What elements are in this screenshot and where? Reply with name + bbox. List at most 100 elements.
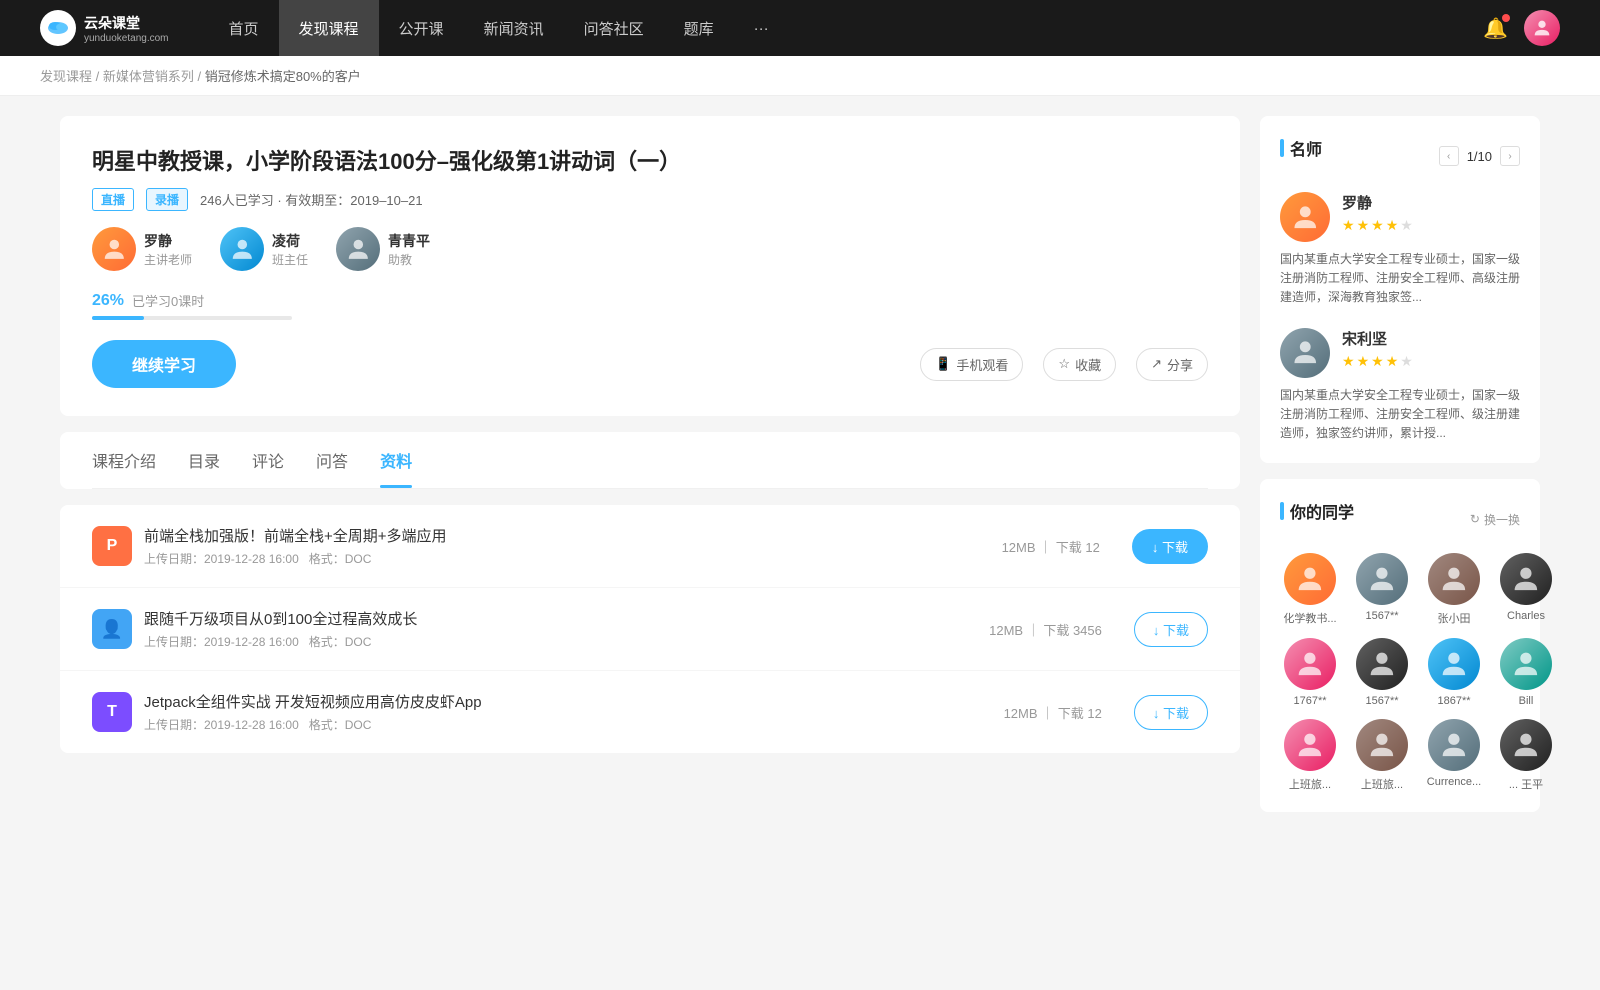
next-page-button[interactable]: › [1500, 146, 1520, 166]
classmate-item-3[interactable]: Charles [1496, 553, 1556, 626]
tab-intro[interactable]: 课程介绍 [92, 432, 156, 488]
teacher-info-1: 凌荷 班主任 [272, 231, 308, 268]
classmate-avatar-4 [1284, 638, 1336, 690]
star-3: ★ [1371, 217, 1384, 234]
classmate-name-4: 1767** [1280, 695, 1340, 707]
teacher-avatar-0 [92, 227, 136, 271]
notification-bell[interactable]: 🔔 [1483, 16, 1508, 41]
classmate-item-0[interactable]: 化学教书... [1280, 553, 1340, 626]
star2-4: ★ [1386, 353, 1399, 370]
refresh-button[interactable]: ↻ 换一换 [1470, 511, 1520, 528]
tab-resources[interactable]: 资料 [380, 432, 412, 488]
star-icon: ☆ [1058, 356, 1070, 372]
classmate-avatar-7 [1500, 638, 1552, 690]
classmates-header: 你的同学 ↻ 换一换 [1280, 499, 1520, 539]
nav-item-···[interactable]: ··· [734, 0, 789, 56]
classmate-item-5[interactable]: 1567** [1352, 638, 1412, 707]
sidebar-teacher-name-1: 宋利坚 [1342, 328, 1520, 349]
course-title: 明星中教授课，小学阶段语法100分–强化级第1讲动词（一） [92, 144, 1208, 176]
resource-info-1: 跟随千万级项目从0到100全过程高效成长 上传日期：2019-12-28 16:… [144, 608, 957, 650]
nav-item-新闻资讯[interactable]: 新闻资讯 [464, 0, 564, 56]
resource-title-0: 前端全栈加强版！前端全栈+全周期+多端应用 [144, 525, 970, 546]
teacher-role-0: 主讲老师 [144, 251, 192, 268]
resource-info-0: 前端全栈加强版！前端全栈+全周期+多端应用 上传日期：2019-12-28 16… [144, 525, 970, 567]
resource-format-2: 格式：DOC [309, 718, 372, 732]
tag-record: 录播 [146, 188, 188, 211]
resource-icon-1: 👤 [92, 609, 132, 649]
classmate-face-2 [1428, 553, 1480, 605]
nav-item-问答社区[interactable]: 问答社区 [564, 0, 664, 56]
action-links: 📱 手机观看 ☆ 收藏 ↗ 分享 [920, 348, 1208, 381]
classmate-item-8[interactable]: 上班旅... [1280, 719, 1340, 792]
classmate-item-7[interactable]: Bill [1496, 638, 1556, 707]
nav-item-首页[interactable]: 首页 [209, 0, 279, 56]
classmate-item-1[interactable]: 1567** [1352, 553, 1412, 626]
classmate-avatar-1 [1356, 553, 1408, 605]
classmate-item-6[interactable]: 1867** [1424, 638, 1484, 707]
classmates-grid: 化学教书... 1567** 张小田 Charles 1767** [1280, 553, 1520, 792]
classmate-face-6 [1428, 638, 1480, 690]
star2-2: ★ [1357, 353, 1370, 370]
prev-page-button[interactable]: ‹ [1439, 146, 1459, 166]
logo-svg [46, 16, 70, 40]
sidebar-teacher-header-1: 宋利坚 ★ ★ ★ ★ ★ [1280, 328, 1520, 378]
tab-toc[interactable]: 目录 [188, 432, 220, 488]
sidebar-teacher-name-0: 罗静 [1342, 192, 1520, 213]
resources-list: P 前端全栈加强版！前端全栈+全周期+多端应用 上传日期：2019-12-28 … [60, 505, 1240, 753]
download-button-0[interactable]: ↓ 下载 [1132, 529, 1208, 564]
classmate-item-4[interactable]: 1767** [1280, 638, 1340, 707]
download-button-2[interactable]: ↓ 下载 [1134, 695, 1208, 730]
nav-item-题库[interactable]: 题库 [664, 0, 734, 56]
nav-item-发现课程[interactable]: 发现课程 [279, 0, 379, 56]
classmate-name-10: Currence... [1424, 776, 1484, 788]
sidebar-teacher-stars-0: ★ ★ ★ ★ ★ [1342, 217, 1520, 234]
nav-item-公开课[interactable]: 公开课 [379, 0, 464, 56]
classmate-name-2: 张小田 [1424, 610, 1484, 626]
share-button[interactable]: ↗ 分享 [1136, 348, 1208, 381]
collect-button[interactable]: ☆ 收藏 [1043, 348, 1116, 381]
main-nav: 首页发现课程公开课新闻资讯问答社区题库··· [209, 0, 789, 56]
notification-dot [1502, 14, 1510, 22]
progress-pct: 26% [92, 292, 124, 310]
sidebar-teacher-header-0: 罗静 ★ ★ ★ ★ ★ [1280, 192, 1520, 242]
resource-size-1: 12MB [989, 623, 1023, 638]
tabs: 课程介绍 目录 评论 问答 资料 [92, 432, 1208, 489]
breadcrumb: 发现课程 / 新媒体营销系列 / 销冠修炼术搞定80%的客户 [0, 56, 1600, 96]
breadcrumb-link-2[interactable]: 新媒体营销系列 [103, 69, 194, 84]
classmate-name-9: 上班旅... [1352, 776, 1412, 792]
resource-dl-count-2: 下载 12 [1058, 706, 1102, 721]
classmate-avatar-5 [1356, 638, 1408, 690]
continue-button[interactable]: 继续学习 [92, 340, 236, 388]
user-avatar[interactable] [1524, 10, 1560, 46]
resource-meta-1: 上传日期：2019-12-28 16:00 格式：DOC [144, 633, 957, 650]
classmate-item-10[interactable]: Currence... [1424, 719, 1484, 792]
classmate-name-11: ... 王平 [1496, 776, 1556, 792]
logo-sub: yunduoketang.com [84, 33, 169, 44]
classmate-avatar-10 [1428, 719, 1480, 771]
phone-watch-label: 手机观看 [956, 355, 1008, 374]
teacher-face-1 [220, 227, 264, 271]
classmate-face-3 [1500, 553, 1552, 605]
tab-qa[interactable]: 问答 [316, 432, 348, 488]
sidebar-teacher-face-1 [1280, 328, 1330, 378]
download-button-1[interactable]: ↓ 下载 [1134, 612, 1208, 647]
resource-meta-0: 上传日期：2019-12-28 16:00 格式：DOC [144, 550, 970, 567]
sidebar-teacher-info-0: 罗静 ★ ★ ★ ★ ★ [1342, 192, 1520, 234]
classmate-face-9 [1356, 719, 1408, 771]
classmate-item-2[interactable]: 张小田 [1424, 553, 1484, 626]
classmate-face-10 [1428, 719, 1480, 771]
phone-watch-button[interactable]: 📱 手机观看 [920, 348, 1023, 381]
classmate-face-4 [1284, 638, 1336, 690]
logo[interactable]: 云朵课堂 yunduoketang.com [40, 10, 169, 46]
classmate-name-0: 化学教书... [1280, 610, 1340, 626]
classmate-item-9[interactable]: 上班旅... [1352, 719, 1412, 792]
breadcrumb-link-1[interactable]: 发现课程 [40, 69, 92, 84]
tab-review[interactable]: 评论 [252, 432, 284, 488]
sidebar-teacher-1: 宋利坚 ★ ★ ★ ★ ★ 国内某重点大学安全工程专业硕士，国家一级注册消防工程… [1280, 328, 1520, 444]
resource-dl-count-0: 下载 12 [1056, 540, 1100, 555]
resource-item-2: T Jetpack全组件实战 开发短视频应用高仿皮皮虾App 上传日期：2019… [60, 671, 1240, 753]
star2-1: ★ [1342, 353, 1355, 370]
star2-5: ★ [1400, 353, 1413, 370]
classmate-item-11[interactable]: ... 王平 [1496, 719, 1556, 792]
sidebar-teacher-info-1: 宋利坚 ★ ★ ★ ★ ★ [1342, 328, 1520, 370]
